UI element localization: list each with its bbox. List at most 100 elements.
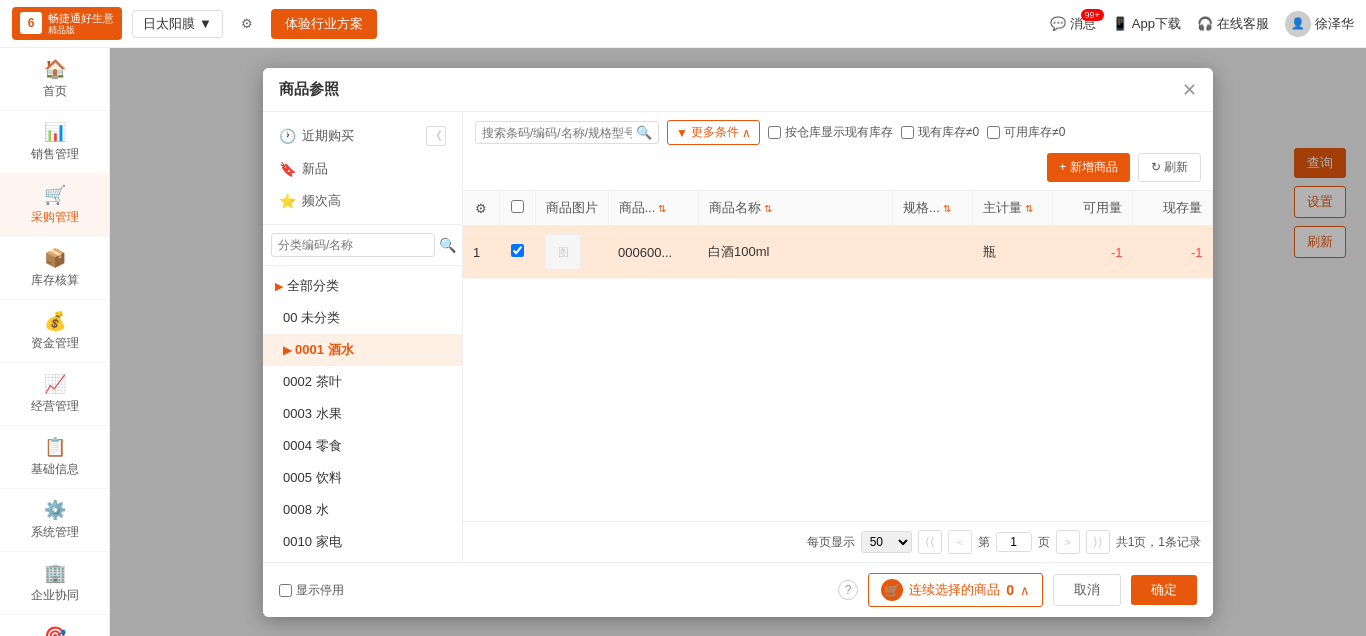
help-icon[interactable]: ? <box>838 580 858 600</box>
clock-icon: 🕐 <box>279 128 296 144</box>
tree-arrow-icon: ▶ <box>275 280 283 293</box>
sort-code-icon: ⇅ <box>658 203 666 214</box>
settings-icon[interactable]: ⚙ <box>233 10 261 38</box>
sidebar-item-newbie[interactable]: 🎯新手引导 <box>0 615 109 636</box>
page-label: 页 <box>1038 534 1050 551</box>
product-reference-modal: 商品参照 ✕ 🕐 近期购买 《 � <box>263 68 1213 617</box>
product-search-input[interactable] <box>482 126 632 140</box>
sidebar-item-basic[interactable]: 📋基础信息 <box>0 426 109 489</box>
app-download-nav[interactable]: 📱 App下载 <box>1112 15 1181 33</box>
td-check[interactable] <box>499 226 535 279</box>
messages-nav[interactable]: 💬 消息 99+ <box>1050 15 1096 33</box>
product-table: ⚙ 商品图片 商品... ⇅ <box>463 191 1213 279</box>
th-check <box>499 191 535 226</box>
sidebar-item-enterprise[interactable]: 🏢企业协同 <box>0 552 109 615</box>
add-product-button[interactable]: + 新增商品 <box>1047 153 1129 182</box>
tree-item-cat00[interactable]: 00 未分类 <box>263 302 462 334</box>
cancel-button[interactable]: 取消 <box>1053 574 1121 606</box>
newbie-icon: 🎯 <box>44 625 66 636</box>
tab-frequent[interactable]: ⭐ 频次高 <box>271 186 454 216</box>
top-nav: 6 畅捷通好生意 精品版 日太阳膜 ▼ ⚙ 体验行业方案 💬 消息 99+ 📱 … <box>0 0 1366 48</box>
row-checkbox[interactable] <box>511 244 524 257</box>
sidebar: 🏠首页📊销售管理🛒采购管理📦库存核算💰资金管理📈经营管理📋基础信息⚙️系统管理🏢… <box>0 48 110 636</box>
checkbox-warehouse[interactable]: 按仓库显示现有库存 <box>768 124 893 141</box>
sort-spec-icon: ⇅ <box>943 203 951 214</box>
sidebar-item-inventory[interactable]: 📦库存核算 <box>0 237 109 300</box>
td-code: 000600... <box>608 226 698 279</box>
cart-indicator[interactable]: 🛒 连续选择的商品 0 ∧ <box>868 573 1043 607</box>
filter-more-button[interactable]: ▼ 更多条件 ∧ <box>667 120 760 145</box>
th-stock: 现存量 <box>1133 191 1213 226</box>
sidebar-item-sales[interactable]: 📊销售管理 <box>0 111 109 174</box>
th-spec[interactable]: 规格... ⇅ <box>893 191 973 226</box>
tab-new[interactable]: 🔖 新品 <box>271 154 454 184</box>
nonzero-stock-checkbox[interactable] <box>901 126 914 139</box>
sidebar-item-business[interactable]: 📈经营管理 <box>0 363 109 426</box>
footer-right: ? 🛒 连续选择的商品 0 ∧ 取消 确定 <box>838 573 1197 607</box>
modal-footer: 显示停用 ? 🛒 连续选择的商品 0 ∧ 取消 确定 <box>263 562 1213 617</box>
enterprise-icon: 🏢 <box>44 562 66 584</box>
modal-overlay: 商品参照 ✕ 🕐 近期购买 《 � <box>110 48 1366 636</box>
table-row[interactable]: 1 图 000600... 白酒100ml 瓶 <box>463 226 1213 279</box>
tree-item-cat0005[interactable]: 0005 饮料 <box>263 462 462 494</box>
show-disabled-label[interactable]: 显示停用 <box>279 582 344 599</box>
page-word: 第 <box>978 534 990 551</box>
confirm-button[interactable]: 确定 <box>1131 575 1197 605</box>
sort-unit-icon: ⇅ <box>1025 203 1033 214</box>
th-code[interactable]: 商品... ⇅ <box>608 191 698 226</box>
tree-arrow-0001-icon: ▶ <box>283 344 291 357</box>
tree-item-cat0010[interactable]: 0010 家电 <box>263 526 462 558</box>
first-page-button[interactable]: ⟨⟨ <box>918 530 942 554</box>
category-search-input[interactable] <box>271 233 435 257</box>
sidebar-item-finance[interactable]: 💰资金管理 <box>0 300 109 363</box>
td-name: 白酒100ml <box>698 226 893 279</box>
category-search: 🔍 <box>263 225 462 266</box>
collapse-cart-icon[interactable]: ∧ <box>1020 583 1030 598</box>
tenant-selector[interactable]: 日太阳膜 ▼ <box>132 10 223 38</box>
select-all-checkbox[interactable] <box>511 200 524 213</box>
th-name[interactable]: 商品名称 ⇅ <box>698 191 893 226</box>
th-avail: 可用量 <box>1053 191 1133 226</box>
last-page-button[interactable]: ⟩⟩ <box>1086 530 1110 554</box>
sales-icon: 📊 <box>44 121 66 143</box>
left-panel: 🕐 近期购买 《 🔖 新品 ⭐ 频次高 <box>263 112 463 562</box>
online-service-nav[interactable]: 🎧 在线客服 <box>1197 15 1269 33</box>
sidebar-item-system[interactable]: ⚙️系统管理 <box>0 489 109 552</box>
tab-recent[interactable]: 🕐 近期购买 《 <box>271 120 454 152</box>
checkbox-nonzero-stock[interactable]: 现有库存≠0 <box>901 124 979 141</box>
sidebar-label-business: 经营管理 <box>31 398 79 415</box>
user-menu[interactable]: 👤 徐泽华 <box>1285 11 1354 37</box>
modal-close-button[interactable]: ✕ <box>1182 81 1197 99</box>
next-page-button[interactable]: ＞ <box>1056 530 1080 554</box>
tree-item-cat0008[interactable]: 0008 水 <box>263 494 462 526</box>
warehouse-checkbox[interactable] <box>768 126 781 139</box>
nonzero-avail-checkbox[interactable] <box>987 126 1000 139</box>
page-size-select[interactable]: 50 10 20 100 <box>861 531 912 553</box>
headset-icon: 🎧 <box>1197 16 1213 31</box>
prev-page-button[interactable]: ＜ <box>948 530 972 554</box>
tree-item-all[interactable]: ▶ 全部分类 <box>263 270 462 302</box>
sidebar-label-home: 首页 <box>43 83 67 100</box>
tree-item-cat0003[interactable]: 0003 水果 <box>263 398 462 430</box>
sidebar-item-purchase[interactable]: 🛒采购管理 <box>0 174 109 237</box>
category-search-icon[interactable]: 🔍 <box>439 237 456 253</box>
product-search-icon[interactable]: 🔍 <box>636 125 652 140</box>
tree-item-cat0004[interactable]: 0004 零食 <box>263 430 462 462</box>
th-unit[interactable]: 主计量 ⇅ <box>973 191 1053 226</box>
collapse-panel-button[interactable]: 《 <box>426 126 446 146</box>
sidebar-label-inventory: 库存核算 <box>31 272 79 289</box>
home-icon: 🏠 <box>44 58 66 80</box>
tree-item-cat0002[interactable]: 0002 茶叶 <box>263 366 462 398</box>
show-disabled-checkbox[interactable] <box>279 584 292 597</box>
page-number-input[interactable] <box>996 532 1032 552</box>
sidebar-label-finance: 资金管理 <box>31 335 79 352</box>
refresh-table-button[interactable]: ↻ 刷新 <box>1138 153 1201 182</box>
left-tabs: 🕐 近期购买 《 🔖 新品 ⭐ 频次高 <box>263 112 462 225</box>
td-num: 1 <box>463 226 499 279</box>
sidebar-item-home[interactable]: 🏠 首页 <box>0 48 109 111</box>
right-toolbar: 🔍 ▼ 更多条件 ∧ 按仓库显示现有库存 <box>463 112 1213 191</box>
th-settings[interactable]: ⚙ <box>463 191 499 226</box>
checkbox-nonzero-avail[interactable]: 可用库存≠0 <box>987 124 1065 141</box>
cta-button[interactable]: 体验行业方案 <box>271 9 377 39</box>
tree-item-cat0001[interactable]: ▶ 0001 酒水 <box>263 334 462 366</box>
